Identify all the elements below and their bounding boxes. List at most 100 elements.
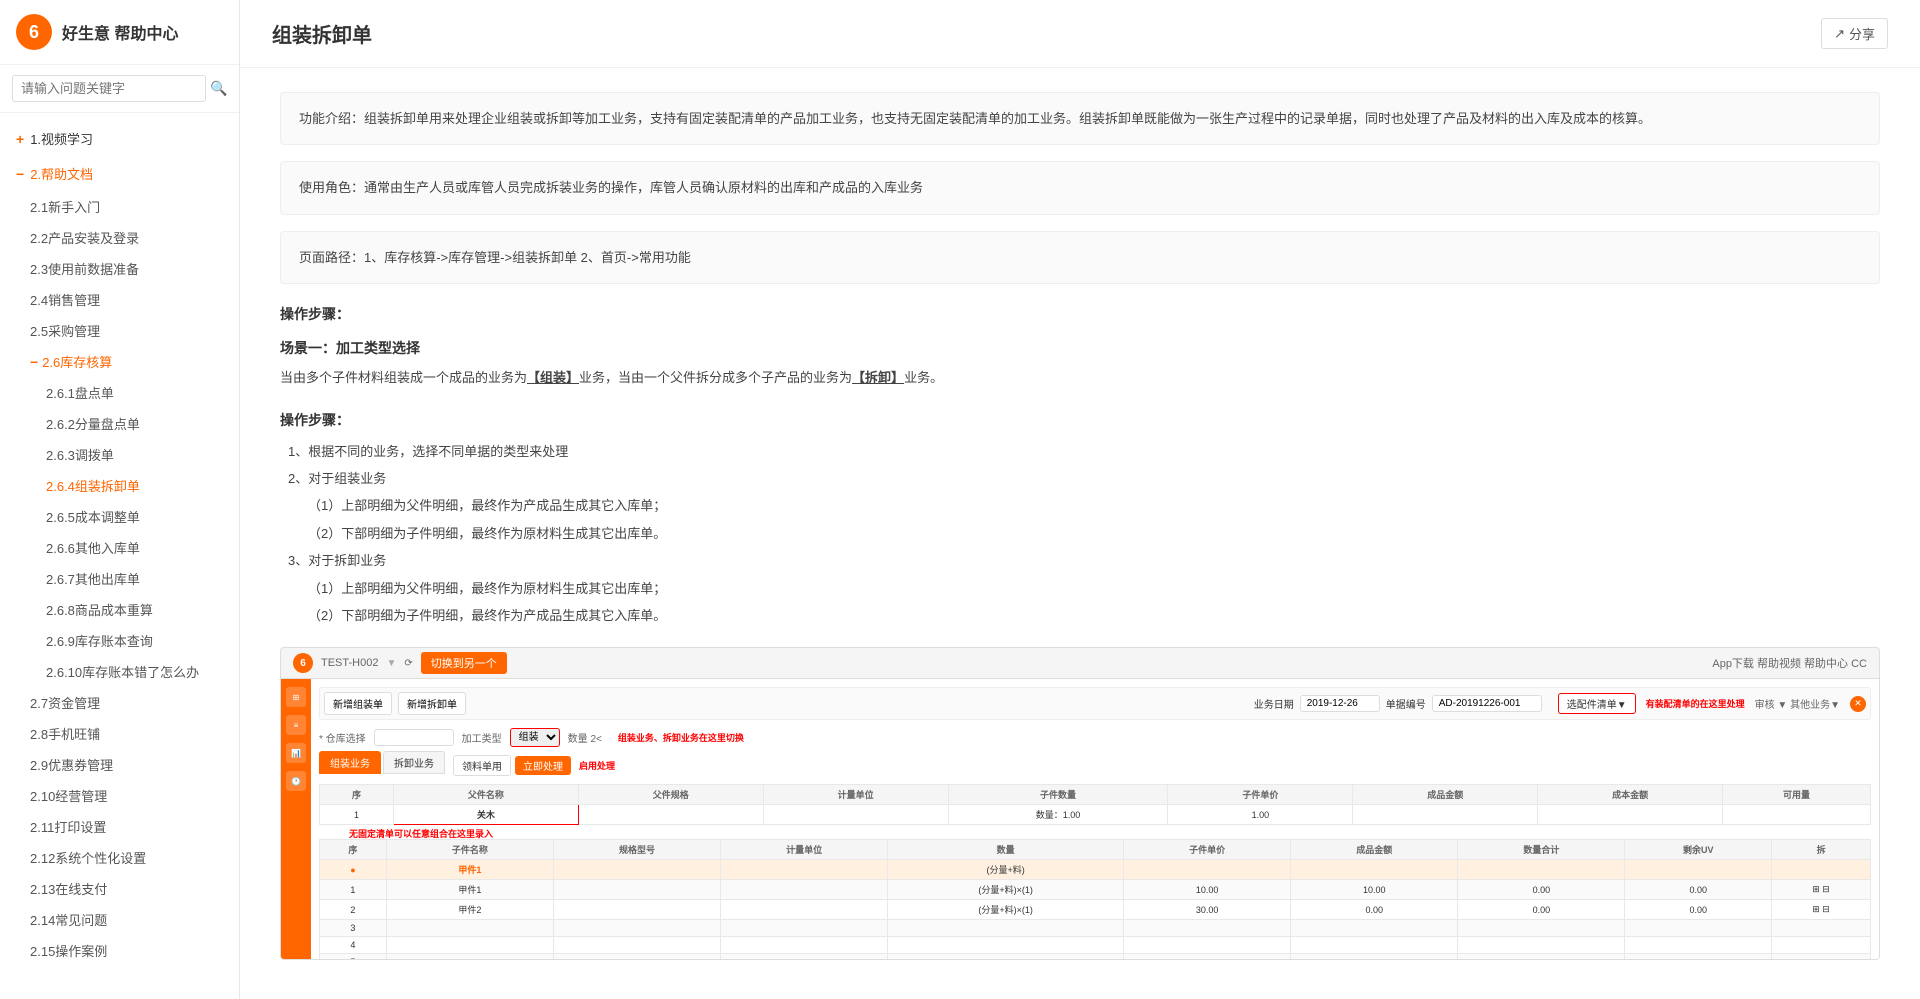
enable-input[interactable]: 领料单用 [453, 755, 511, 776]
steps-list: 1、根据不同的业务，选择不同单据的类型来处理 2、对于组装业务 （1）上部明细为… [288, 440, 1880, 628]
td-available [1723, 805, 1871, 825]
sidebar-item-2-14[interactable]: 2.14常见问题 [30, 904, 239, 935]
sidebar-item-2-6-7[interactable]: 2.6.7其他出库单 [46, 563, 239, 594]
enable-btn[interactable]: 立即处理 [515, 756, 571, 775]
logo-text: 好生意 帮助中心 [62, 20, 178, 44]
sidebar-item-2-6[interactable]: − 2.6库存核算 [30, 346, 239, 377]
annotation-1-container: 选配件清单▼ [1558, 693, 1636, 714]
step2-sub2: （2）下部明细为子件明细，最终作为原材料生成其它出库单。 [308, 522, 1880, 545]
th-parent-name: 父件名称 [393, 785, 578, 805]
parent-table: 序 父件名称 父件规格 计量单位 子件数量 子件单价 成品金额 成本金额 可用量 [319, 784, 1871, 825]
collapse-icon-2-6: − [30, 354, 38, 370]
sidebar-item-2-6-6[interactable]: 2.6.6其他入库单 [46, 532, 239, 563]
th-cost-amt: 成本金额 [1538, 785, 1723, 805]
sidebar-item-2-12[interactable]: 2.12系统个性化设置 [30, 842, 239, 873]
dropdown-icon: ▼ [386, 658, 396, 669]
th-qty: 子件数量 [948, 785, 1168, 805]
home-icon: ⊞ [286, 687, 306, 707]
sidebar-item-2-6-10[interactable]: 2.6.10库存账本错了怎么办 [46, 656, 239, 687]
sidebar-item-2-1[interactable]: 2.1新手入门 [30, 191, 239, 222]
sidebar-item-2-7[interactable]: 2.7资金管理 [30, 687, 239, 718]
step3: 3、对于拆卸业务 [288, 549, 1880, 572]
app-body: ⊞ ≡ 📊 🕐 新增组装单 新增拆卸单 [281, 679, 1879, 959]
search-input[interactable] [12, 75, 206, 102]
td-product-amt [1353, 805, 1538, 825]
bom-select-box[interactable]: 选配件清单▼ [1558, 693, 1636, 714]
step3-sub1: （1）上部明细为父件明细，最终作为原材料生成其它出库单； [308, 577, 1880, 600]
step1: 1、根据不同的业务，选择不同单据的类型来处理 [288, 440, 1880, 463]
list-icon: ≡ [286, 715, 306, 735]
logo-icon: 6 [16, 14, 52, 50]
clock-icon: 🕐 [286, 771, 306, 791]
sidebar-item-2-6-3[interactable]: 2.6.3调拨单 [46, 439, 239, 470]
date-label: 业务日期 [1254, 696, 1294, 711]
search-button[interactable]: 🔍 [210, 80, 227, 97]
sidebar-item-2-4[interactable]: 2.4销售管理 [30, 284, 239, 315]
sidebar-item-2-3[interactable]: 2.3使用前数据准备 [30, 253, 239, 284]
sidebar-item-2-6-8[interactable]: 2.6.8商品成本重算 [46, 594, 239, 625]
steps-title: 操作步骤： [280, 304, 1880, 324]
step2-sub1: （1）上部明细为父件明细，最终作为产成品生成其它入库单； [308, 494, 1880, 517]
new-assembly-btn[interactable]: 新增组装单 [324, 692, 392, 715]
topbar-icons: App下载 帮助视频 帮助中心 CC [1712, 655, 1867, 671]
scene1-title: 场景一：加工类型选择 [280, 338, 1880, 358]
sidebar-item-video[interactable]: + 1.视频学习 [0, 121, 239, 156]
sidebar-item-2-9[interactable]: 2.9优惠券管理 [30, 749, 239, 780]
main-header: 组装拆卸单 ↗ 分享 [240, 0, 1920, 68]
sidebar-item-2-5[interactable]: 2.5采购管理 [30, 315, 239, 346]
annotation-area-top: 新增组装单 新增拆卸单 业务日期 单据编号 选配件清单▼ [319, 687, 1871, 959]
sidebar-item-2-6-2[interactable]: 2.6.2分量盘点单 [46, 408, 239, 439]
th-parent-spec: 父件规格 [578, 785, 763, 805]
table-row: 4 [320, 937, 1871, 954]
role-intro-text: 使用角色：通常由生产人员或库管人员完成拆装业务的操作，库管人员确认原材料的出库和… [299, 180, 923, 195]
feature-intro-block: 功能介绍：组装拆卸单用来处理企业组装或拆卸等加工业务，支持有固定装配清单的产品加… [280, 92, 1880, 145]
step3-sub: （1）上部明细为父件明细，最终作为原材料生成其它出库单； （2）下部明细为子件明… [308, 577, 1880, 628]
close-icon[interactable]: ✕ [1850, 696, 1866, 712]
sidebar-item-2-8[interactable]: 2.8手机旺铺 [30, 718, 239, 749]
td-qty: 数量：1.00 [948, 805, 1168, 825]
main-content: 功能介绍：组装拆卸单用来处理企业组装或拆卸等加工业务，支持有固定装配清单的产品加… [240, 68, 1920, 984]
sidebar-item-help-docs[interactable]: − 2.帮助文档 [0, 156, 239, 191]
warehouse-input[interactable] [374, 729, 454, 746]
td-price: 1.00 [1168, 805, 1353, 825]
th-sub-uv: 剩余UV [1625, 840, 1772, 860]
sidebar-logo: 6 好生意 帮助中心 [0, 0, 239, 65]
th-sub-qty: 数量 [888, 840, 1124, 860]
app-mini-sidebar: ⊞ ≡ 📊 🕐 [281, 679, 311, 959]
no-input[interactable] [1432, 695, 1542, 712]
sidebar-item-2-15[interactable]: 2.15操作案例 [30, 935, 239, 966]
td-cost-amt [1538, 805, 1723, 825]
th-sub-name: 子件名称 [386, 840, 553, 860]
app-topbar: 6 TEST-H002 ▼ ⟳ 切换到另一个 App下载 帮助视频 帮助中心 C… [281, 648, 1879, 679]
scene1-desc: 当由多个子件材料组装成一个成品的业务为【组装】业务，当由一个父件拆分成多个子产品… [280, 366, 1880, 389]
share-button[interactable]: ↗ 分享 [1821, 18, 1888, 49]
form-label-3: 数量 2< [568, 730, 602, 745]
th-seq2: 序 [320, 840, 387, 860]
sidebar-item-2-6-4[interactable]: 2.6.4组装拆卸单 [46, 470, 239, 501]
sidebar-item-2-6-1[interactable]: 2.6.1盘点单 [46, 377, 239, 408]
steps-label: 操作步骤： [280, 410, 1880, 430]
sidebar-item-2-2[interactable]: 2.2产品安装及登录 [30, 222, 239, 253]
tab-assembly[interactable]: 组装业务 [319, 751, 381, 774]
refresh-icon: ⟳ [404, 658, 412, 669]
annotation-1-text: 有装配清单的在这里处理 [1646, 697, 1745, 710]
table-row: 3 [320, 920, 1871, 937]
th-sub-spec: 规格型号 [554, 840, 721, 860]
sidebar-item-2-10[interactable]: 2.10经营管理 [30, 780, 239, 811]
new-disassembly-btn[interactable]: 新增拆卸单 [398, 692, 466, 715]
sidebar-item-2-6-5[interactable]: 2.6.5成本调整单 [46, 501, 239, 532]
app-mockup: 6 TEST-H002 ▼ ⟳ 切换到另一个 App下载 帮助视频 帮助中心 C… [281, 648, 1879, 959]
sidebar-item-2-13[interactable]: 2.13在线支付 [30, 873, 239, 904]
more-btns: 审核 ▼ 其他业务▼ [1755, 696, 1840, 711]
switch-btn[interactable]: 切换到另一个 [421, 652, 507, 674]
process-type-select[interactable]: 组装 拆卸 [510, 728, 560, 747]
app-logo-icon: 6 [293, 653, 313, 673]
date-input[interactable] [1300, 695, 1380, 712]
tab-disassembly[interactable]: 拆卸业务 [383, 751, 445, 774]
step2-sub: （1）上部明细为父件明细，最终作为产成品生成其它入库单； （2）下部明细为子件明… [308, 494, 1880, 545]
sidebar-item-2-6-9[interactable]: 2.6.9库存账本查询 [46, 625, 239, 656]
th-sub-total: 数量合计 [1458, 840, 1625, 860]
sub-table: 序 子件名称 规格型号 计量单位 数量 子件单价 成品金额 数量合计 剩余UV [319, 839, 1871, 959]
sidebar-item-2-11[interactable]: 2.11打印设置 [30, 811, 239, 842]
form-label-1: * 仓库选择 [319, 730, 366, 745]
